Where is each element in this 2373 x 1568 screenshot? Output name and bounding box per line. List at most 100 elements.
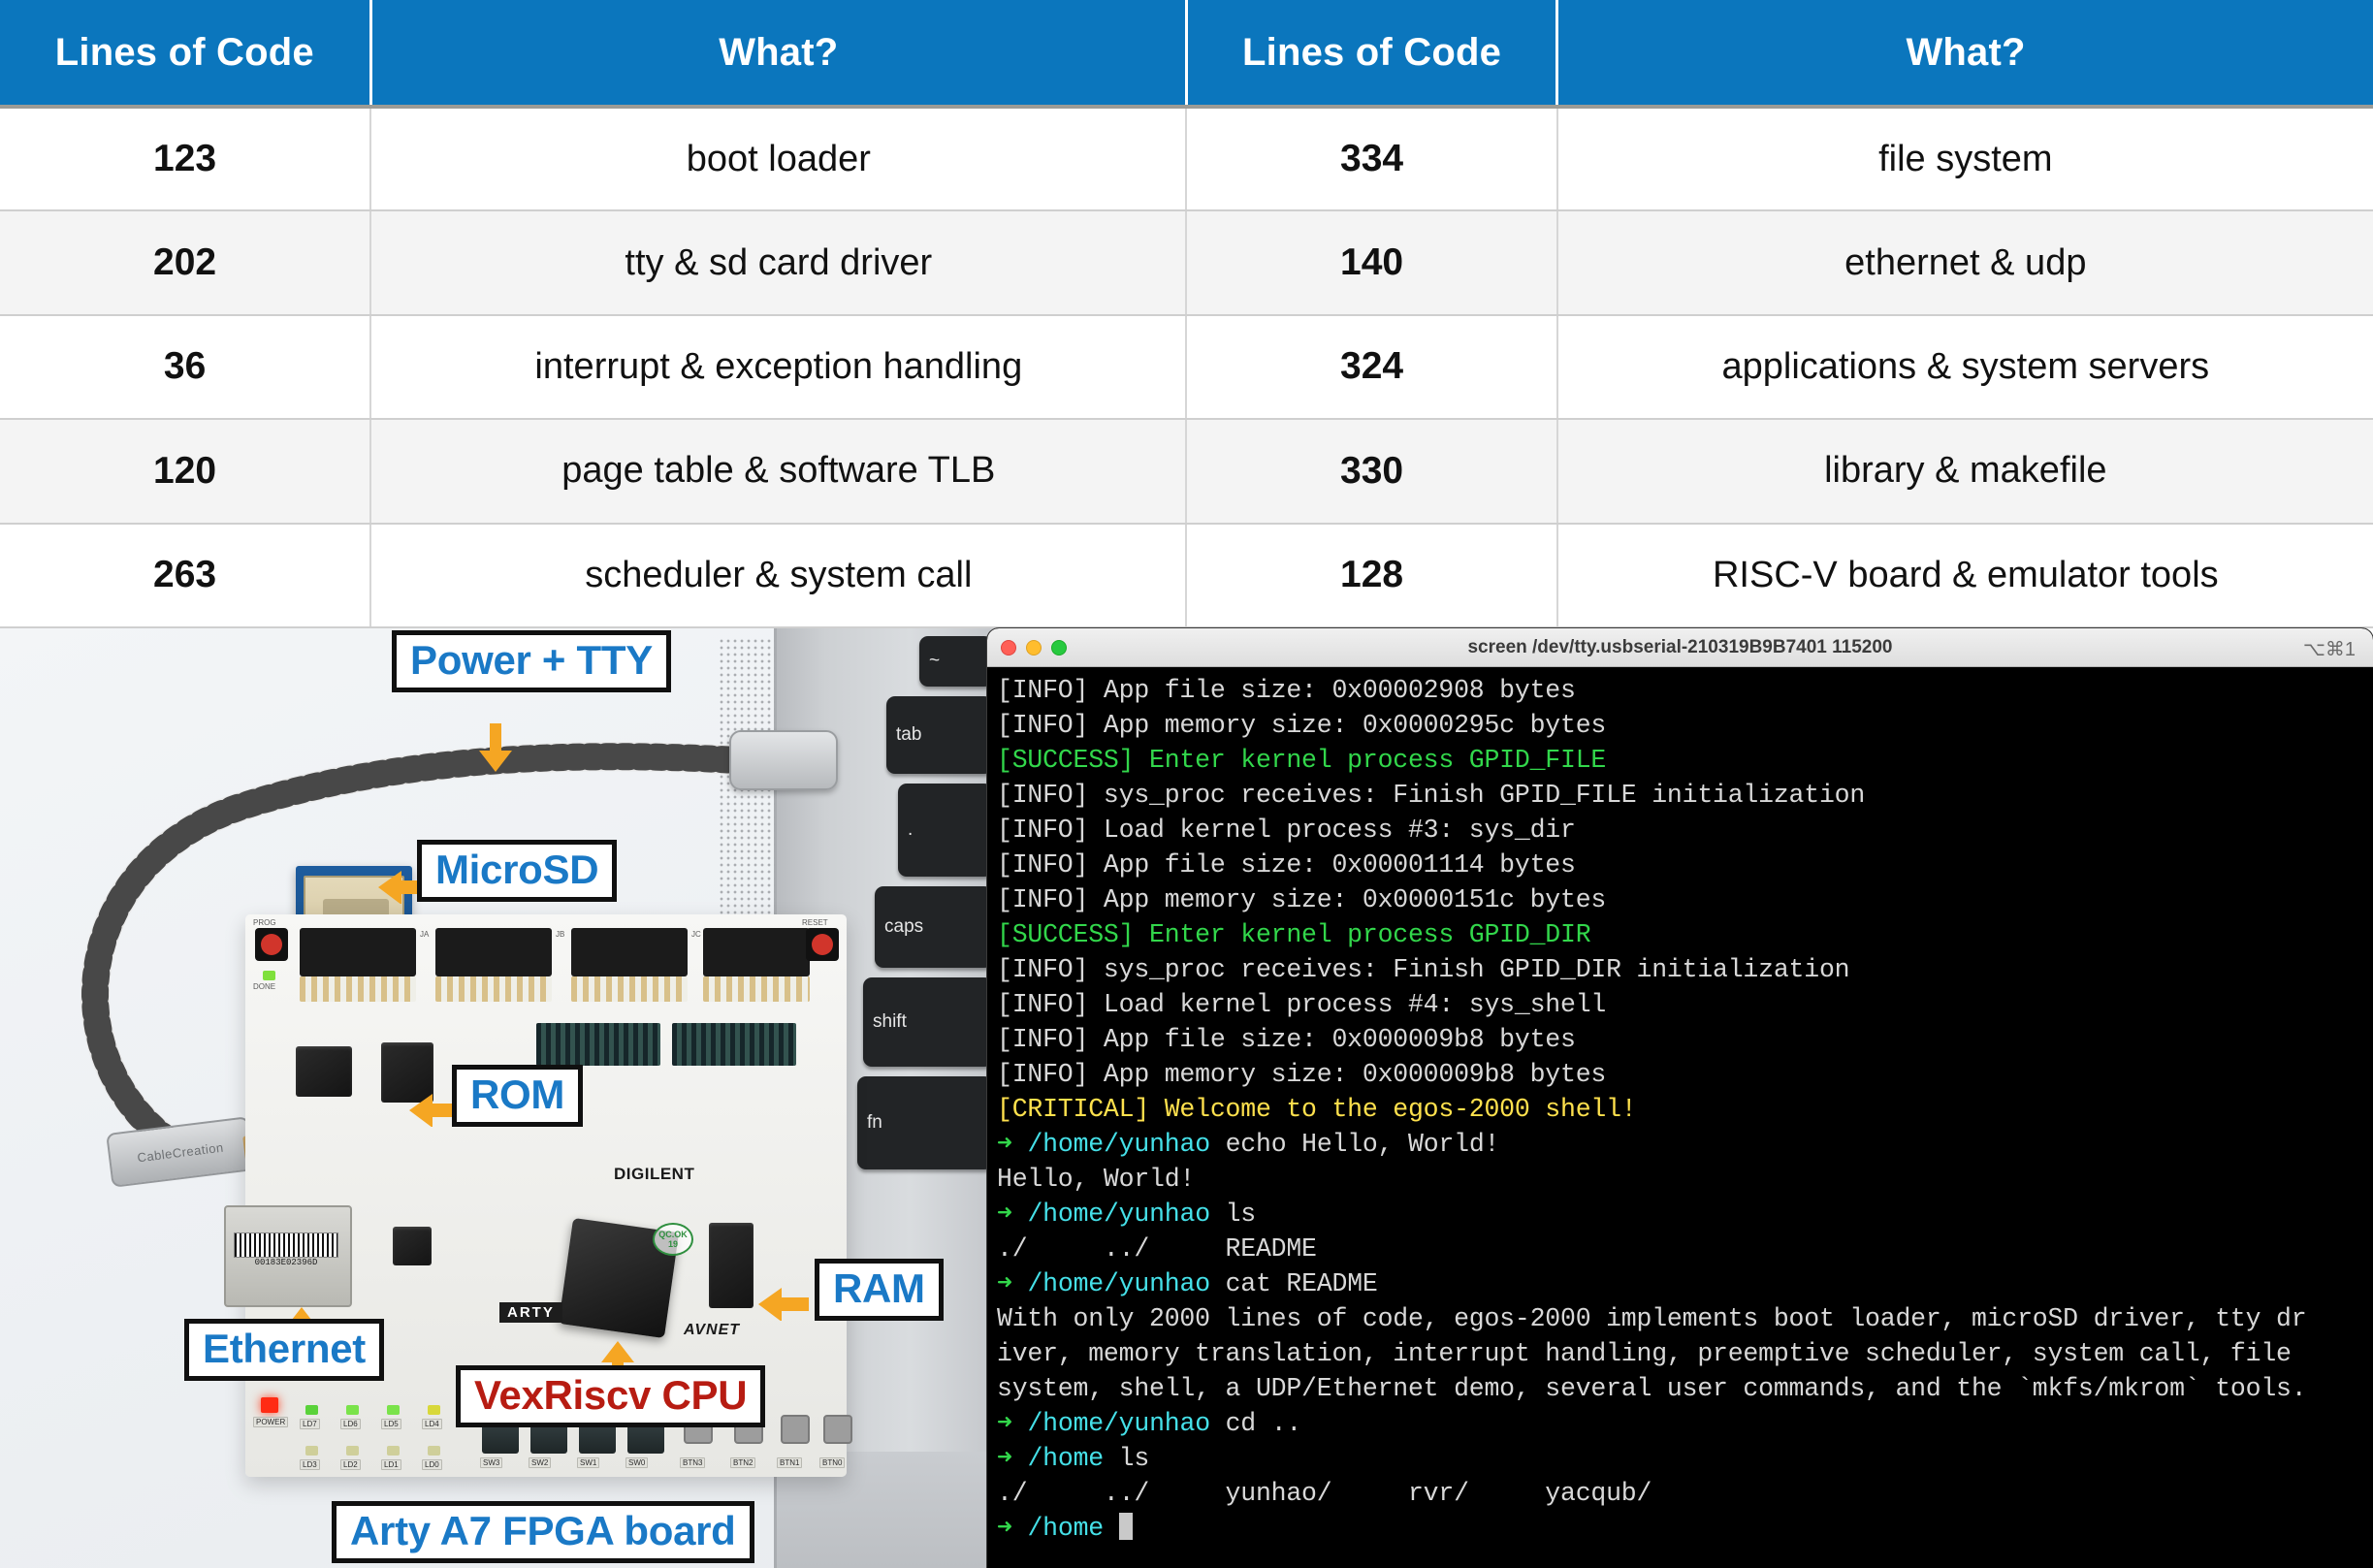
button-label-btn0: BTN0: [819, 1457, 846, 1468]
window-controls[interactable]: [1001, 640, 1067, 656]
callout-ethernet: Ethernet: [184, 1319, 384, 1382]
terminal-line: ➜ /home ls: [997, 1441, 2373, 1476]
led-label-ld2: LD2: [340, 1459, 361, 1470]
terminal-text: ls: [1209, 1200, 1257, 1229]
terminal-text: [INFO] sys_proc receives: Finish GPID_FI…: [997, 781, 1866, 810]
terminal-line: [SUCCESS] Enter kernel process GPID_FILE: [997, 743, 2373, 778]
terminal-text: ./ ../ yunhao/ rvr/ yacqub/: [997, 1479, 1652, 1508]
terminal-line: ➜ /home/yunhao ls: [997, 1197, 2373, 1232]
ram-chip: [709, 1223, 754, 1308]
done-led: [263, 971, 275, 980]
pmod-connector-jc: [571, 928, 688, 976]
pmod-connector-jb: [435, 928, 552, 976]
terminal-title: screen /dev/tty.usbserial-210319B9B7401 …: [1467, 636, 1893, 657]
power-led: [261, 1397, 278, 1413]
led-ld2: [346, 1446, 359, 1456]
terminal-line: ./ ../ README: [997, 1232, 2373, 1266]
terminal-line: With only 2000 lines of code, egos-2000 …: [997, 1301, 2373, 1336]
header-what-left: What?: [370, 0, 1188, 109]
callout-microsd: MicroSD: [417, 840, 618, 903]
terminal-shortcut-badge: ⌥⌘1: [2302, 639, 2356, 660]
led-label-ld0: LD0: [422, 1459, 442, 1470]
cell-what: file system: [1556, 107, 2373, 212]
table-row: 36 interrupt & exception handling 324 ap…: [0, 314, 2373, 421]
terminal-text: [INFO] sys_proc receives: Finish GPID_DI…: [997, 955, 1850, 984]
button-btn0: [823, 1415, 852, 1444]
ethernet-jack: 00183E02396D: [224, 1205, 352, 1307]
terminal-line: ➜ /home: [997, 1511, 2373, 1546]
arrow-ram: [758, 1288, 809, 1321]
terminal-output[interactable]: [INFO] App file size: 0x00002908 bytes [I…: [987, 667, 2373, 1546]
terminal-text: cd ..: [1209, 1409, 1302, 1438]
cell-what: RISC-V board & emulator tools: [1556, 523, 2373, 629]
close-button-icon[interactable]: [1001, 640, 1016, 656]
terminal-text: [INFO] App file size: 0x00002908 bytes: [997, 676, 1576, 705]
terminal-text: ➜: [997, 1409, 1028, 1438]
digilent-logo: DIGILENT: [614, 1165, 695, 1183]
terminal-window[interactable]: screen /dev/tty.usbserial-210319B9B7401 …: [987, 628, 2373, 1568]
terminal-text: ➜: [997, 1444, 1028, 1473]
maximize-button-icon[interactable]: [1051, 640, 1067, 656]
led-label-ld1: LD1: [381, 1459, 401, 1470]
ftdi-chip: [296, 1046, 352, 1097]
terminal-text: ./ ../ README: [997, 1234, 1317, 1264]
cell-loc: 36: [0, 314, 372, 421]
switch-label-sw3: SW3: [480, 1457, 503, 1468]
cell-loc: 324: [1186, 314, 1558, 421]
shield-header-left: [536, 1023, 660, 1066]
led-label-ld3: LD3: [300, 1459, 320, 1470]
qc-ok-text: QC.OK: [658, 1230, 688, 1239]
cell-loc: 140: [1186, 210, 1558, 316]
button-label-btn2: BTN2: [730, 1457, 756, 1468]
terminal-line: [INFO] App memory size: 0x0000151c bytes: [997, 882, 2373, 917]
terminal-line: [INFO] Load kernel process #4: sys_shell: [997, 987, 2373, 1022]
prog-label: PROG: [253, 918, 276, 927]
minimize-button-icon[interactable]: [1026, 640, 1042, 656]
terminal-text: /home/yunhao: [1027, 1269, 1210, 1298]
pmod-label-jc: JC: [691, 930, 701, 939]
led-ld3: [305, 1446, 318, 1456]
led-ld7: [305, 1405, 318, 1415]
pmod-pins-ja: [300, 976, 416, 1002]
qc-ok-sticker: QC.OK 19: [653, 1223, 693, 1256]
led-label-ld6: LD6: [340, 1419, 361, 1429]
header-lines-of-code-left: Lines of Code: [0, 0, 372, 109]
pmod-connector-ja: [300, 928, 416, 976]
terminal-text: [SUCCESS] Enter kernel process GPID_FILE: [997, 746, 1607, 775]
pmod-pins-jc: [571, 976, 688, 1002]
prog-button: [255, 928, 288, 961]
table-row: 202 tty & sd card driver 140 ethernet & …: [0, 210, 2373, 316]
reset-button: [806, 928, 839, 961]
callout-rom: ROM: [452, 1065, 584, 1128]
terminal-text: [INFO] Load kernel process #4: sys_shell: [997, 990, 1607, 1019]
terminal-line: ➜ /home/yunhao cat README: [997, 1266, 2373, 1301]
callout-arty-board: Arty A7 FPGA board: [332, 1501, 754, 1564]
cell-loc: 334: [1186, 107, 1558, 212]
led-ld0: [428, 1446, 440, 1456]
terminal-line: ./ ../ yunhao/ rvr/ yacqub/: [997, 1476, 2373, 1511]
led-ld1: [387, 1446, 400, 1456]
reset-label: RESET: [802, 918, 828, 927]
led-label-ld7: LD7: [300, 1419, 320, 1429]
terminal-text: Hello, World!: [997, 1165, 1196, 1194]
terminal-line: ➜ /home/yunhao echo Hello, World!: [997, 1127, 2373, 1162]
terminal-text: /home: [1027, 1444, 1104, 1473]
terminal-text: [INFO] App file size: 0x000009b8 bytes: [997, 1025, 1576, 1054]
terminal-text: system, shell, a UDP/Ethernet demo, seve…: [997, 1374, 2307, 1403]
button-label-btn1: BTN1: [777, 1457, 803, 1468]
cell-what: ethernet & udp: [1556, 210, 2373, 316]
cell-what: tty & sd card driver: [370, 210, 1188, 316]
terminal-line: [INFO] App memory size: 0x0000295c bytes: [997, 708, 2373, 743]
terminal-text: ➜: [997, 1200, 1028, 1229]
usb-c-plug: [729, 730, 838, 790]
terminal-line: [CRITICAL] Welcome to the egos-2000 shel…: [997, 1092, 2373, 1127]
cell-what: boot loader: [370, 107, 1188, 212]
pmod-pins-jb: [435, 976, 552, 1002]
terminal-text: /home/yunhao: [1027, 1200, 1210, 1229]
led-ld4: [428, 1405, 440, 1415]
mac-barcode: [234, 1232, 338, 1258]
arrow-power-tty: [479, 723, 512, 772]
pmod-pins-jd: [703, 976, 810, 1002]
done-label: DONE: [253, 982, 276, 991]
terminal-titlebar[interactable]: screen /dev/tty.usbserial-210319B9B7401 …: [987, 628, 2373, 667]
